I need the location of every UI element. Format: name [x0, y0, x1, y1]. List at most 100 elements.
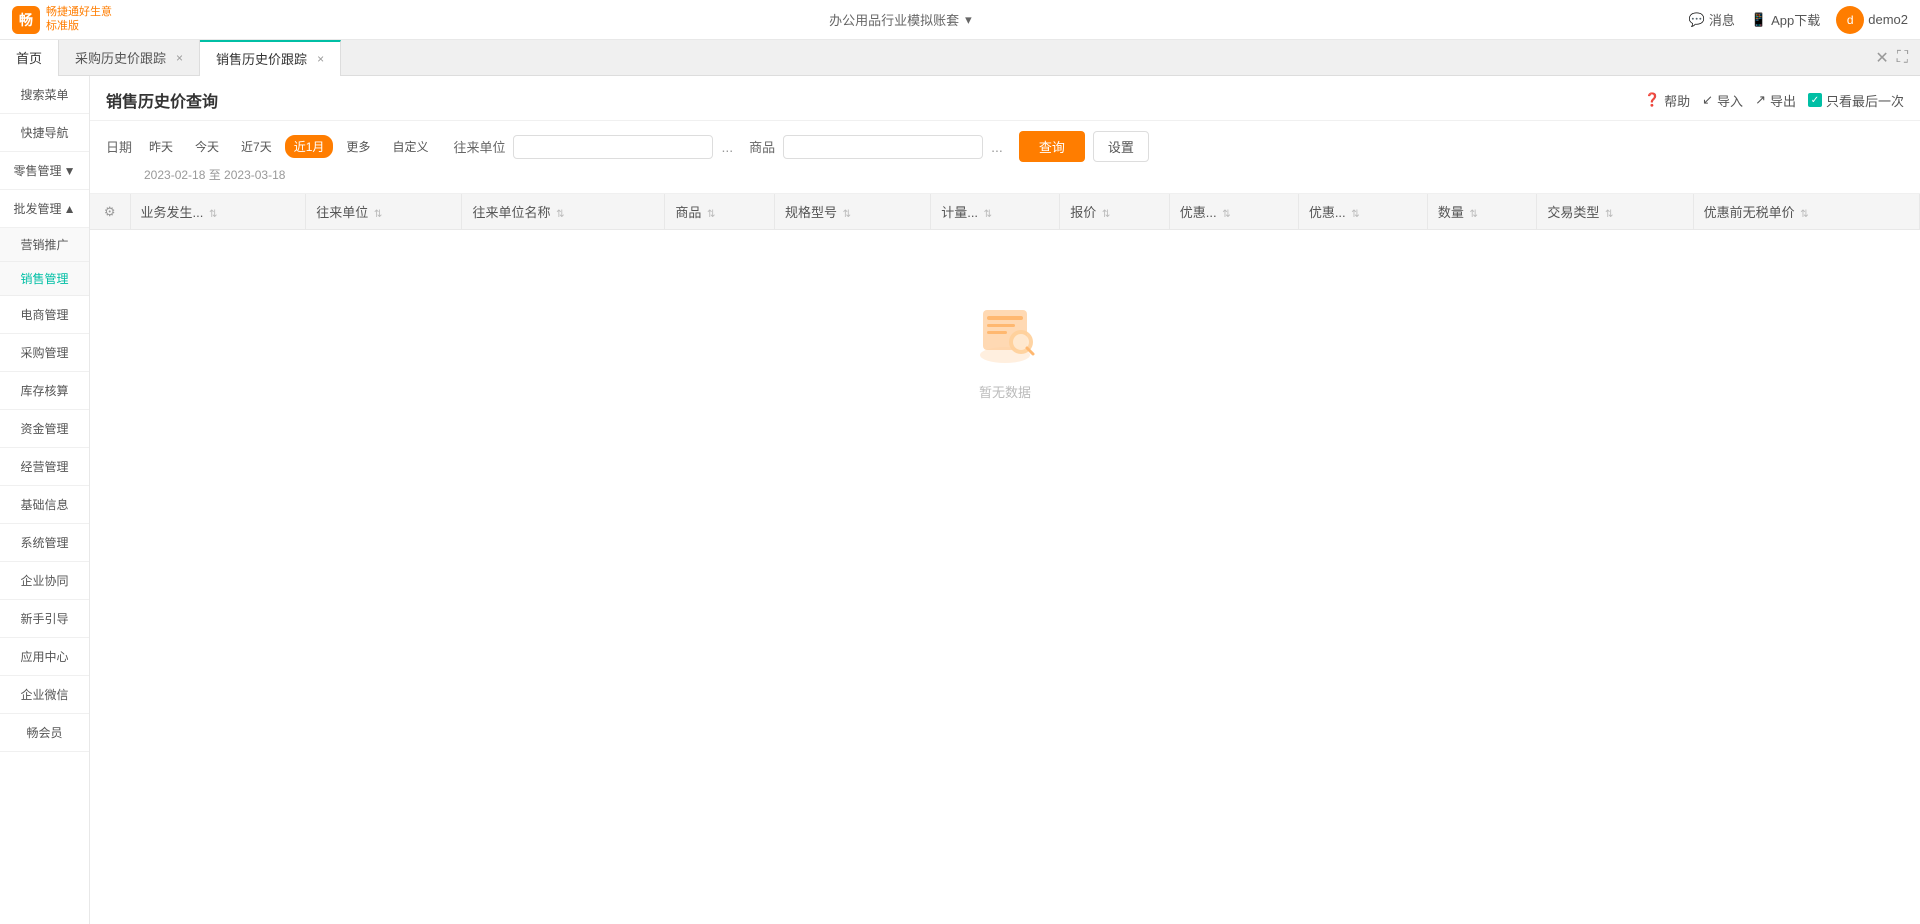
sort-arrows: ⇅ — [556, 209, 564, 220]
sidebar-item-beginner-guide[interactable]: 新手引导 — [0, 600, 89, 638]
filter-bar: 日期 昨天 今天 近7天 近1月 更多 自定义 往来单位 ... — [90, 121, 1920, 194]
sidebar-item-marketing[interactable]: 营销推广 — [0, 228, 89, 262]
counterparty-picker-btn[interactable]: ... — [721, 139, 733, 155]
date-btn-today[interactable]: 今天 — [186, 135, 228, 158]
avatar: d — [1836, 6, 1864, 34]
sort-arrows: ⇅ — [1351, 209, 1359, 220]
app-download-btn[interactable]: 📱 App下载 — [1751, 10, 1820, 29]
col-discount1[interactable]: 优惠... ⇅ — [1169, 194, 1298, 230]
logo-area: 畅 畅捷通好生意 标准版 — [12, 6, 112, 34]
sidebar-item-operations[interactable]: 经营管理 — [0, 448, 89, 486]
counterparty-filter: 往来单位 ... — [453, 135, 733, 159]
message-icon: 💬 — [1689, 12, 1705, 28]
product-input[interactable] — [783, 135, 983, 159]
industry-selector[interactable]: 办公用品行业模拟账套 ▾ — [829, 10, 972, 29]
col-spec[interactable]: 规格型号 ⇅ — [774, 194, 930, 230]
query-button[interactable]: 查询 — [1019, 131, 1085, 162]
phone-icon: 📱 — [1751, 12, 1767, 28]
empty-state: 暂无数据 — [90, 230, 1920, 461]
export-icon: ↗ — [1755, 92, 1766, 108]
sort-arrows: ⇅ — [843, 209, 851, 220]
sort-arrows: ⇅ — [1469, 209, 1477, 220]
sidebar-item-purchase[interactable]: 采购管理 — [0, 334, 89, 372]
sidebar-item-enterprise-wechat[interactable]: 企业微信 — [0, 676, 89, 714]
export-btn[interactable]: ↗ 导出 — [1755, 91, 1796, 110]
sidebar-item-sales-mgmt[interactable]: 销售管理 — [0, 262, 89, 296]
topbar-left: 畅 畅捷通好生意 标准版 — [12, 6, 112, 34]
date-btn-yesterday[interactable]: 昨天 — [140, 135, 182, 158]
date-range-display: 2023-02-18 至 2023-03-18 — [106, 166, 1904, 183]
tab-sales-history[interactable]: 销售历史价跟踪 × — [200, 40, 341, 76]
main-layout: 搜索菜单 快捷导航 零售管理 ▼ 批发管理 ▲ 营销推广 销售管理 电商管理 采… — [0, 76, 1920, 924]
col-biz-date[interactable]: 业务发生... ⇅ — [130, 194, 306, 230]
sidebar-item-enterprise-agreement[interactable]: 企业协同 — [0, 562, 89, 600]
user-menu[interactable]: d demo2 — [1836, 6, 1908, 34]
message-btn[interactable]: 💬 消息 — [1689, 10, 1735, 29]
tab-window-actions: ✕ ⛶ — [1875, 48, 1920, 68]
col-quantity[interactable]: 数量 ⇅ — [1427, 194, 1537, 230]
sidebar-item-ecommerce[interactable]: 电商管理 — [0, 296, 89, 334]
tab-close-purchase[interactable]: × — [176, 51, 183, 65]
topbar: 畅 畅捷通好生意 标准版 办公用品行业模拟账套 ▾ 💬 消息 📱 App下载 d… — [0, 0, 1920, 40]
product-label: 商品 — [749, 137, 775, 156]
sidebar-item-wholesale-mgmt[interactable]: 批发管理 ▲ — [0, 190, 89, 228]
sidebar-item-app-center[interactable]: 应用中心 — [0, 638, 89, 676]
sort-arrows: ⇅ — [1222, 209, 1230, 220]
col-settings[interactable]: ⚙ — [90, 194, 130, 230]
window-close-btn[interactable]: ✕ — [1875, 48, 1888, 68]
sidebar-item-finance[interactable]: 资金管理 — [0, 410, 89, 448]
tab-close-sales[interactable]: × — [317, 52, 324, 66]
table-header: ⚙ 业务发生... ⇅ 往来单位 ⇅ 往来单位名称 ⇅ — [90, 194, 1920, 230]
sidebar-item-vip-member[interactable]: 畅会员 — [0, 714, 89, 752]
empty-text: 暂无数据 — [979, 382, 1031, 401]
sidebar-item-basic-info[interactable]: 基础信息 — [0, 486, 89, 524]
col-unit[interactable]: 计量... ⇅ — [931, 194, 1060, 230]
data-table: ⚙ 业务发生... ⇅ 往来单位 ⇅ 往来单位名称 ⇅ — [90, 194, 1920, 230]
page-header: 销售历史价查询 ❓ 帮助 ↙ 导入 ↗ 导出 ✓ 只看最后一次 — [90, 76, 1920, 121]
date-btn-1month[interactable]: 近1月 — [285, 135, 334, 158]
col-counterparty-name[interactable]: 往来单位名称 ⇅ — [462, 194, 665, 230]
help-icon: ❓ — [1644, 92, 1660, 108]
window-fullscreen-btn[interactable]: ⛶ — [1897, 49, 1908, 67]
tab-home[interactable]: 首页 — [0, 40, 59, 76]
settings-button[interactable]: 设置 — [1093, 131, 1149, 162]
col-discount2[interactable]: 优惠... ⇅ — [1298, 194, 1427, 230]
gear-icon[interactable]: ⚙ — [104, 204, 116, 219]
col-trade-type[interactable]: 交易类型 ⇅ — [1537, 194, 1693, 230]
filter-row: 日期 昨天 今天 近7天 近1月 更多 自定义 往来单位 ... — [106, 131, 1904, 162]
col-pre-tax-price[interactable]: 优惠前无税单价 ⇅ — [1693, 194, 1919, 230]
sort-arrows: ⇅ — [1102, 209, 1110, 220]
chevron-down-icon: ▼ — [64, 164, 76, 178]
sidebar-item-quick-nav[interactable]: 快捷导航 — [0, 114, 89, 152]
counterparty-input[interactable] — [513, 135, 713, 159]
sidebar-item-search-menu[interactable]: 搜索菜单 — [0, 76, 89, 114]
table-area: ⚙ 业务发生... ⇅ 往来单位 ⇅ 往来单位名称 ⇅ — [90, 194, 1920, 924]
tabbar: 首页 采购历史价跟踪 × 销售历史价跟踪 × ✕ ⛶ — [0, 40, 1920, 76]
chevron-up-icon: ▲ — [64, 202, 76, 216]
date-btn-7days[interactable]: 近7天 — [232, 135, 281, 158]
page-title: 销售历史价查询 — [106, 88, 218, 112]
col-product[interactable]: 商品 ⇅ — [665, 194, 775, 230]
action-buttons: 查询 设置 — [1019, 131, 1149, 162]
sidebar-item-system[interactable]: 系统管理 — [0, 524, 89, 562]
col-counterparty-code[interactable]: 往来单位 ⇅ — [306, 194, 462, 230]
product-picker-btn[interactable]: ... — [991, 139, 1003, 155]
tab-purchase-history[interactable]: 采购历史价跟踪 × — [59, 40, 200, 76]
date-btn-custom[interactable]: 自定义 — [383, 135, 437, 158]
sort-arrows: ⇅ — [707, 209, 715, 220]
date-buttons: 昨天 今天 近7天 近1月 更多 自定义 — [140, 135, 437, 158]
sort-arrows: ⇅ — [209, 209, 217, 220]
sort-arrows: ⇅ — [984, 209, 992, 220]
import-btn[interactable]: ↙ 导入 — [1702, 91, 1743, 110]
app-logo-icon: 畅 — [12, 6, 40, 34]
import-icon: ↙ — [1702, 92, 1713, 108]
page-actions: ❓ 帮助 ↙ 导入 ↗ 导出 ✓ 只看最后一次 — [1644, 91, 1904, 110]
date-btn-more[interactable]: 更多 — [337, 135, 379, 158]
date-label: 日期 — [106, 137, 132, 156]
view-last-checkbox[interactable]: ✓ 只看最后一次 — [1808, 91, 1904, 110]
sidebar-item-inventory[interactable]: 库存核算 — [0, 372, 89, 410]
chevron-down-icon: ▾ — [965, 12, 972, 28]
col-quote-price[interactable]: 报价 ⇅ — [1060, 194, 1170, 230]
help-btn[interactable]: ❓ 帮助 — [1644, 91, 1690, 110]
sidebar-item-retail-mgmt[interactable]: 零售管理 ▼ — [0, 152, 89, 190]
